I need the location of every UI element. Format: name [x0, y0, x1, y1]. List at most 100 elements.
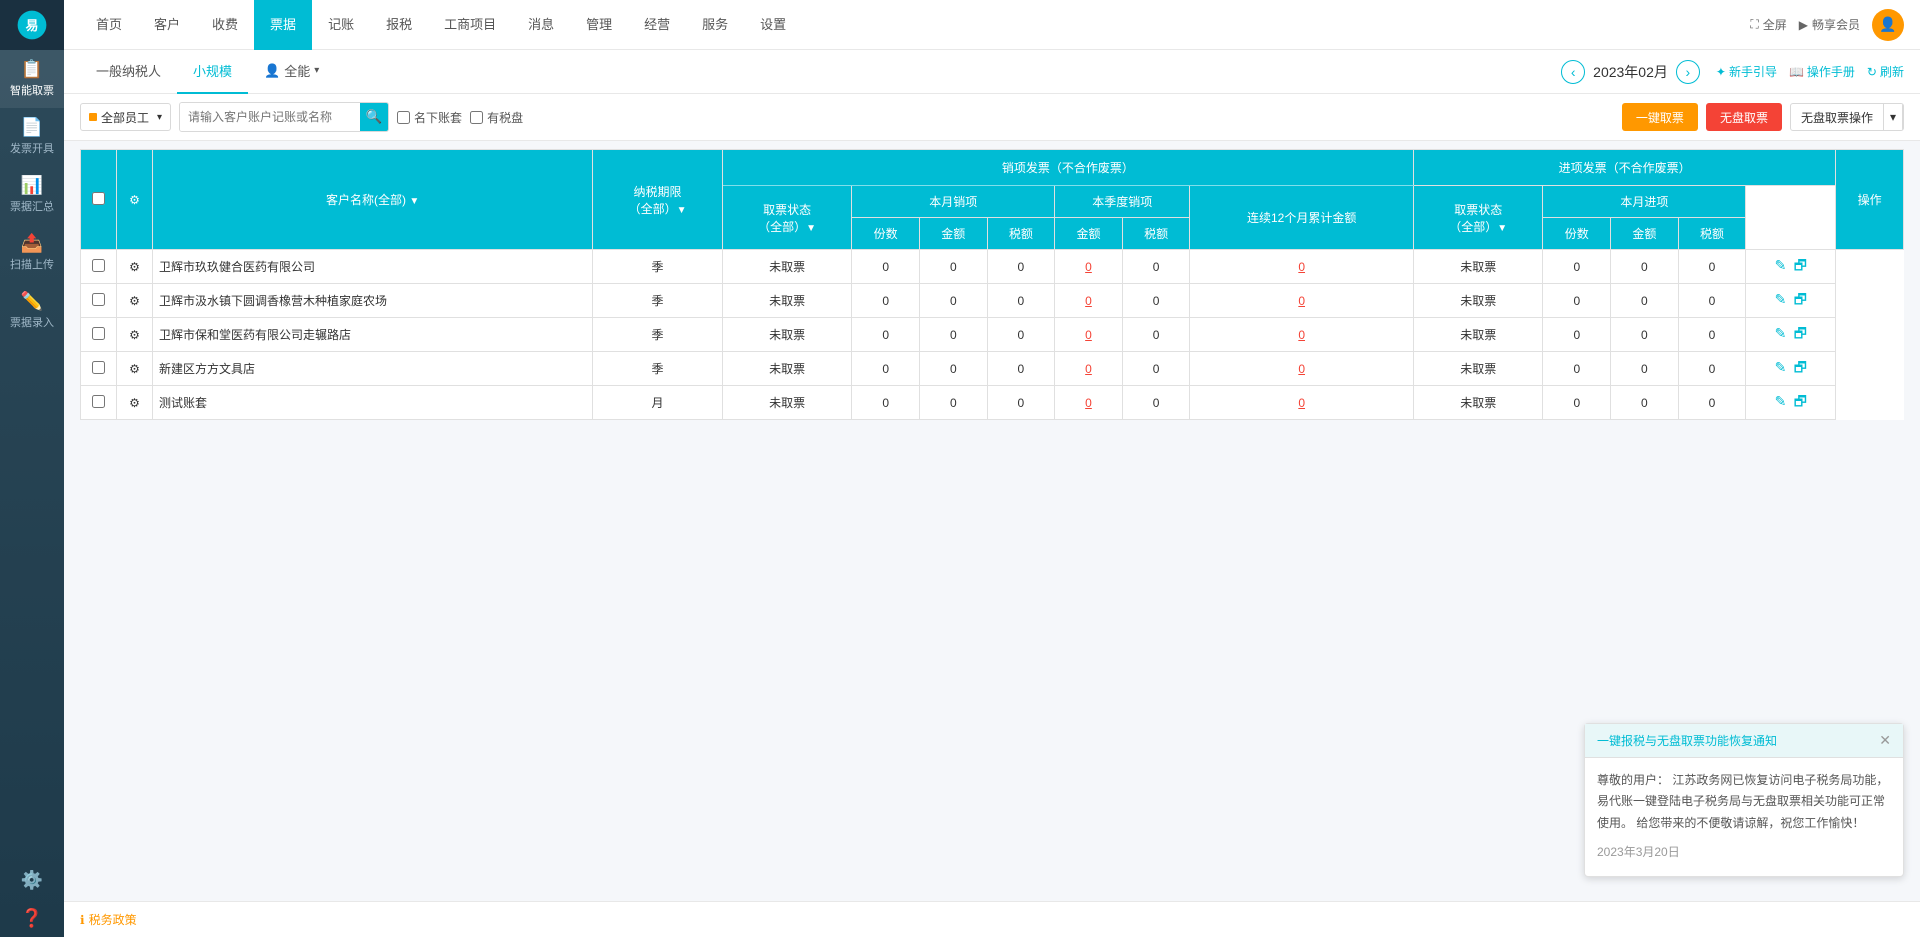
sidebar-item-ticket-entry[interactable]: ✏️ 票据录入	[0, 282, 64, 340]
subtab-general[interactable]: 一般纳税人	[80, 50, 177, 94]
notification-close-btn[interactable]: ✕	[1879, 732, 1891, 749]
nav-customer[interactable]: 客户	[138, 0, 196, 50]
edit-icon[interactable]: ✎	[1775, 393, 1787, 409]
row-purchase-month-tax-cell: 0	[1678, 284, 1746, 318]
edit-icon[interactable]: ✎	[1775, 325, 1787, 341]
col-purchase-month-tax: 税额	[1678, 218, 1746, 250]
nav-operation[interactable]: 经营	[628, 0, 686, 50]
row-checkbox-cell[interactable]	[81, 284, 117, 318]
row-action-cell: ✎ 🗗	[1746, 250, 1836, 284]
onekey-fetch-button[interactable]: 一键取票	[1622, 103, 1698, 131]
row-purchase-status-cell: 未取票	[1413, 318, 1543, 352]
search-button[interactable]: 🔍	[360, 103, 388, 131]
notification-body: 尊敬的用户： 江苏政务网已恢复访问电子税务局功能，易代账一键登陆电子税务局与无盘…	[1585, 758, 1903, 876]
nav-business[interactable]: 工商项目	[428, 0, 512, 50]
sale-quarter-amount-link[interactable]: 0	[1085, 362, 1092, 376]
my-account-checkbox[interactable]	[397, 111, 410, 124]
row-sale-quarter-amount-cell: 0	[1055, 318, 1123, 352]
nodisk-fetch-button[interactable]: 无盘取票	[1706, 103, 1782, 131]
nav-settings[interactable]: 设置	[744, 0, 802, 50]
row-checkbox[interactable]	[92, 361, 105, 374]
row-checkbox[interactable]	[92, 395, 105, 408]
employee-filter[interactable]: 全部员工 ▾	[80, 103, 171, 131]
nav-service[interactable]: 服务	[686, 0, 744, 50]
row-sale-status-cell: 未取票	[722, 250, 852, 284]
sale-quarter-amount-link[interactable]: 0	[1085, 260, 1092, 274]
row-period-cell: 季	[593, 318, 723, 352]
row-purchase-status-cell: 未取票	[1413, 250, 1543, 284]
col-sale-quarter-amount: 金额	[1055, 218, 1123, 250]
manual-action[interactable]: 📖 操作手册	[1789, 63, 1855, 80]
row-sale-month-amount-cell: 0	[919, 284, 987, 318]
nav-tax[interactable]: 报税	[370, 0, 428, 50]
cumulative-link[interactable]: 0	[1298, 294, 1305, 308]
nav-manage[interactable]: 管理	[570, 0, 628, 50]
sale-quarter-amount-link[interactable]: 0	[1085, 328, 1092, 342]
nav-message[interactable]: 消息	[512, 0, 570, 50]
my-account-filter[interactable]: 名下账套	[397, 109, 462, 126]
user-avatar[interactable]: 👤	[1872, 9, 1904, 41]
nav-fee[interactable]: 收费	[196, 0, 254, 50]
cumulative-link[interactable]: 0	[1298, 260, 1305, 274]
cumulative-link[interactable]: 0	[1298, 328, 1305, 342]
sidebar-item-settings-bottom[interactable]: ⚙️	[17, 861, 47, 899]
member-btn[interactable]: ▶ 畅享会员	[1799, 16, 1860, 33]
row-checkbox-cell[interactable]	[81, 250, 117, 284]
edit-icon[interactable]: ✎	[1775, 359, 1787, 375]
view-icon[interactable]: 🗗	[1794, 257, 1807, 273]
subtabs-right-actions: ✦ 新手引导 📖 操作手册 ↻ 刷新	[1716, 63, 1904, 80]
sidebar-item-scan-upload[interactable]: 📤 扫描上传	[0, 224, 64, 282]
table-row: ⚙ 卫辉市汲水镇下圆调香橡营木种植家庭农场 季 未取票 0 0 0 0 0 0 …	[81, 284, 1904, 318]
guide-action[interactable]: ✦ 新手引导	[1716, 63, 1777, 80]
refresh-action[interactable]: ↻ 刷新	[1867, 63, 1904, 80]
period-prev-btn[interactable]: ‹	[1561, 60, 1585, 84]
sidebar-item-ticket-summary[interactable]: 📊 票据汇总	[0, 166, 64, 224]
row-sale-quarter-tax-cell: 0	[1122, 352, 1190, 386]
row-sale-quarter-amount-cell: 0	[1055, 352, 1123, 386]
row-sale-quarter-amount-cell: 0	[1055, 284, 1123, 318]
period-next-btn[interactable]: ›	[1676, 60, 1700, 84]
subtab-all[interactable]: 👤 全能 ▾	[248, 50, 335, 94]
info-icon: ℹ	[80, 913, 85, 927]
row-period-cell: 季	[593, 352, 723, 386]
select-all-checkbox[interactable]	[92, 192, 105, 205]
view-icon[interactable]: 🗗	[1794, 393, 1807, 409]
subtab-small[interactable]: 小规模	[177, 50, 248, 94]
edit-icon[interactable]: ✎	[1775, 291, 1787, 307]
sidebar-item-smart-ticket[interactable]: 📋 智能取票	[0, 50, 64, 108]
row-checkbox-cell[interactable]	[81, 318, 117, 352]
sale-quarter-amount-link[interactable]: 0	[1085, 294, 1092, 308]
sidebar-item-invoice-issue[interactable]: 📄 发票开具	[0, 108, 64, 166]
row-checkbox[interactable]	[92, 293, 105, 306]
nav-home[interactable]: 首页	[80, 0, 138, 50]
tax-policy-link[interactable]: ℹ 税务政策	[80, 911, 137, 928]
nodisk-ops-dropdown[interactable]: 无盘取票操作 ▾	[1790, 103, 1904, 131]
row-sale-quarter-tax-cell: 0	[1122, 284, 1190, 318]
row-sale-month-amount-cell: 0	[919, 386, 987, 420]
row-checkbox-cell[interactable]	[81, 386, 117, 420]
search-input[interactable]	[180, 103, 360, 131]
logo[interactable]: 易	[0, 0, 64, 50]
sale-quarter-amount-link[interactable]: 0	[1085, 396, 1092, 410]
cumulative-link[interactable]: 0	[1298, 362, 1305, 376]
has-disk-checkbox[interactable]	[470, 111, 483, 124]
row-sale-status-cell: 未取票	[722, 352, 852, 386]
sidebar-item-help[interactable]: ❓	[17, 899, 47, 937]
has-disk-filter[interactable]: 有税盘	[470, 109, 523, 126]
row-checkbox[interactable]	[92, 327, 105, 340]
row-sale-month-tax-cell: 0	[987, 318, 1055, 352]
fullscreen-btn[interactable]: ⛶ 全屏	[1750, 16, 1786, 33]
view-icon[interactable]: 🗗	[1794, 325, 1807, 341]
row-checkbox[interactable]	[92, 259, 105, 272]
view-icon[interactable]: 🗗	[1794, 291, 1807, 307]
row-checkbox-cell[interactable]	[81, 352, 117, 386]
nav-bookkeeping[interactable]: 记账	[312, 0, 370, 50]
edit-icon[interactable]: ✎	[1775, 257, 1787, 273]
row-purchase-month-tax-cell: 0	[1678, 386, 1746, 420]
col-period-header: 纳税期限（全部）▼	[593, 150, 723, 250]
nav-ticket[interactable]: 票据	[254, 0, 312, 50]
row-gear-cell: ⚙	[117, 352, 153, 386]
view-icon[interactable]: 🗗	[1794, 359, 1807, 375]
cumulative-link[interactable]: 0	[1298, 396, 1305, 410]
period-navigation: ‹ 2023年02月 ›	[1561, 60, 1700, 84]
